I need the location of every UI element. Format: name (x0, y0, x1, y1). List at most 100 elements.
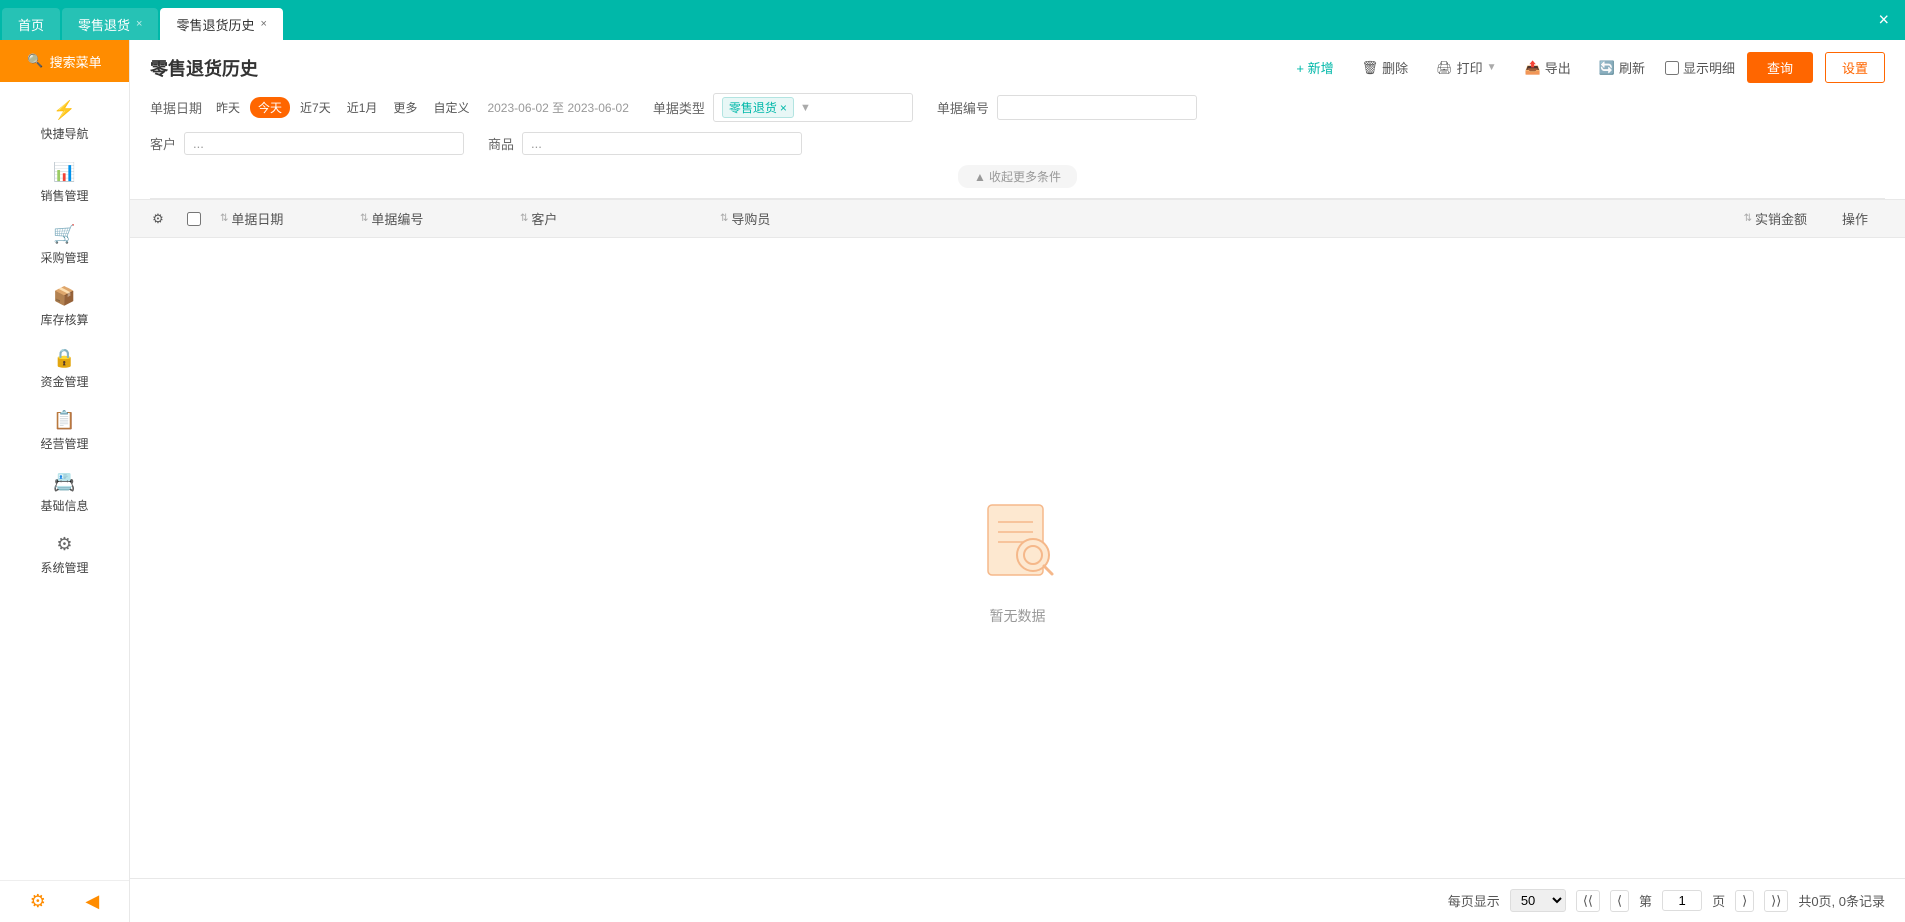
date-opt-yesterday[interactable]: 昨天 (210, 97, 246, 118)
page-header: 零售退货历史 + 新增 🗑 删除 🖨 打印 ▼ 📤 导出 (130, 40, 1905, 200)
setting-button[interactable]: 设置 (1825, 52, 1885, 83)
window-close-button[interactable]: × (1878, 10, 1889, 31)
date-opt-custom[interactable]: 自定义 (427, 97, 475, 118)
delete-label: 删除 (1382, 58, 1408, 77)
page-last-button[interactable]: ⟩⟩ (1764, 890, 1788, 912)
page-next-button[interactable]: ⟩ (1735, 890, 1754, 912)
doc-type-tag[interactable]: 零售退货 × (722, 97, 794, 118)
sidebar-item-system-mgmt-label: 系统管理 (40, 559, 88, 576)
show-detail-checkbox-input[interactable] (1665, 61, 1679, 75)
th-date[interactable]: ⇅ 单据日期 (212, 209, 352, 228)
sidebar-item-base-info[interactable]: 📇 基础信息 (0, 462, 129, 524)
sidebar-item-quick-nav[interactable]: ⚡ 快捷导航 (0, 90, 129, 152)
sidebar-item-sales-mgmt-label: 销售管理 (40, 187, 88, 204)
query-button[interactable]: 查询 (1747, 52, 1813, 83)
goods-label: 商品 (488, 134, 514, 153)
sidebar-search[interactable]: 🔍 搜索菜单 (0, 40, 129, 82)
sort-customer-icon: ⇅ (520, 213, 528, 224)
page-title-row: 零售退货历史 + 新增 🗑 删除 🖨 打印 ▼ 📤 导出 (150, 52, 1885, 83)
filter-row-2: 客户 ... 商品 ... (150, 132, 1885, 155)
tab-home-label: 首页 (18, 15, 44, 34)
th-action: 操作 (1815, 209, 1895, 228)
sort-guide-icon: ⇅ (720, 213, 728, 224)
date-opt-1month[interactable]: 近1月 (341, 97, 384, 118)
refresh-button[interactable]: 🔄 刷新 (1591, 54, 1653, 81)
sales-mgmt-icon: 📊 (53, 162, 75, 183)
sidebar-item-finance[interactable]: 🔒 资金管理 (0, 338, 129, 400)
refresh-label: 刷新 (1619, 58, 1645, 77)
doc-type-tag-close[interactable]: × (780, 101, 787, 115)
goods-select[interactable]: ... (522, 132, 802, 155)
refresh-icon: 🔄 (1599, 60, 1615, 76)
table-area: ⚙ ⇅ 单据日期 ⇅ 单据编号 ⇅ 客户 ⇅ (130, 200, 1905, 922)
collapse-button[interactable]: ▲ 收起更多条件 (958, 165, 1077, 188)
sidebar-item-base-info-label: 基础信息 (40, 497, 88, 514)
date-options: 昨天 今天 近7天 近1月 更多 自定义 (210, 97, 475, 118)
tab-home[interactable]: 首页 (2, 8, 60, 40)
filter-doc-type: 单据类型 零售退货 × ▼ (653, 93, 913, 122)
filter-customer: 客户 ... (150, 132, 464, 155)
doc-type-select[interactable]: 零售退货 × ▼ (713, 93, 913, 122)
sidebar-item-system-mgmt[interactable]: ⚙ 系统管理 (0, 524, 129, 586)
quick-nav-icon: ⚡ (53, 100, 75, 121)
th-guide-label: 导购员 (731, 209, 770, 228)
page-label: 第 (1639, 891, 1652, 910)
th-guide[interactable]: ⇅ 导购员 (712, 209, 1695, 228)
th-no[interactable]: ⇅ 单据编号 (352, 209, 512, 228)
th-date-label: 单据日期 (231, 209, 283, 228)
select-all-checkbox[interactable] (187, 212, 201, 226)
doc-no-label: 单据编号 (937, 98, 989, 117)
column-settings-icon[interactable]: ⚙ (152, 211, 164, 227)
export-icon: 📤 (1525, 60, 1541, 76)
base-info-icon: 📇 (53, 472, 75, 493)
doc-no-input[interactable] (997, 95, 1197, 120)
delete-button[interactable]: 🗑 删除 (1354, 54, 1417, 81)
customer-label: 客户 (150, 134, 176, 153)
doc-type-tag-value: 零售退货 (729, 99, 777, 116)
show-detail-toggle[interactable]: 显示明细 (1665, 58, 1735, 77)
settings-bottom-icon[interactable]: ⚙ (30, 891, 46, 912)
date-range-display: 2023-06-02 至 2023-06-02 (487, 99, 628, 116)
page-prev-button[interactable]: ⟨ (1610, 890, 1629, 912)
sidebar-item-inventory[interactable]: 📦 库存核算 (0, 276, 129, 338)
inventory-icon: 📦 (53, 286, 75, 307)
filter-doc-no: 单据编号 (937, 95, 1197, 120)
tab-retail-return-history[interactable]: 零售退货历史 × (160, 8, 282, 40)
sidebar-item-purchase-mgmt[interactable]: 🛒 采购管理 (0, 214, 129, 276)
export-button[interactable]: 📤 导出 (1517, 54, 1579, 81)
show-detail-label: 显示明细 (1683, 58, 1735, 77)
print-button[interactable]: 🖨 打印 ▼ (1428, 54, 1504, 81)
new-button[interactable]: + 新增 (1288, 54, 1341, 81)
doc-type-label: 单据类型 (653, 98, 705, 117)
customer-ellipsis: ... (193, 136, 204, 151)
finance-icon: 🔒 (53, 348, 75, 369)
sidebar-item-operations[interactable]: 📋 经营管理 (0, 400, 129, 462)
sidebar-item-quick-nav-label: 快捷导航 (40, 125, 88, 142)
th-check[interactable] (176, 212, 212, 226)
customer-select[interactable]: ... (184, 132, 464, 155)
page-size-select[interactable]: 50 10 20 100 (1510, 889, 1566, 912)
collapse-sidebar-icon[interactable]: ◀ (85, 891, 99, 912)
delete-icon: 🗑 (1362, 60, 1379, 76)
toolbar: + 新增 🗑 删除 🖨 打印 ▼ 📤 导出 🔄 (1288, 52, 1885, 83)
main-layout: 🔍 搜索菜单 ⚡ 快捷导航 📊 销售管理 🛒 采购管理 📦 库存核算 🔒 (0, 40, 1905, 922)
tab-retail-return-history-close[interactable]: × (260, 18, 266, 30)
content-area: 零售退货历史 + 新增 🗑 删除 🖨 打印 ▼ 📤 导出 (130, 40, 1905, 922)
th-amount[interactable]: ⇅ 实销金额 (1695, 209, 1815, 228)
empty-text: 暂无数据 (990, 606, 1046, 626)
date-opt-more[interactable]: 更多 (387, 97, 423, 118)
th-settings[interactable]: ⚙ (140, 211, 176, 227)
th-customer[interactable]: ⇅ 客户 (512, 209, 712, 228)
sort-date-icon: ⇅ (220, 213, 228, 224)
tab-retail-return[interactable]: 零售退货 × (62, 8, 158, 40)
page-first-button[interactable]: ⟨⟨ (1576, 890, 1600, 912)
table-header: ⚙ ⇅ 单据日期 ⇅ 单据编号 ⇅ 客户 ⇅ (130, 200, 1905, 238)
purchase-mgmt-icon: 🛒 (53, 224, 75, 245)
page-number-input[interactable] (1662, 890, 1702, 911)
sidebar-item-sales-mgmt[interactable]: 📊 销售管理 (0, 152, 129, 214)
print-label: 打印 (1457, 58, 1483, 77)
date-opt-today[interactable]: 今天 (250, 97, 290, 118)
tab-retail-return-close[interactable]: × (136, 18, 142, 30)
date-opt-7days[interactable]: 近7天 (294, 97, 337, 118)
top-bar: 首页 零售退货 × 零售退货历史 × × (0, 0, 1905, 40)
